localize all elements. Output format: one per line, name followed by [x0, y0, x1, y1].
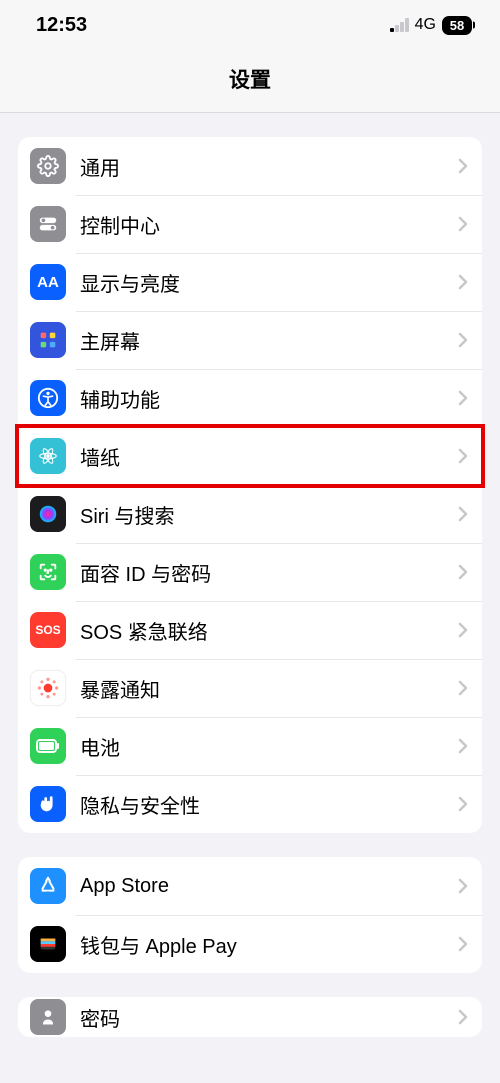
row-label: 暴露通知 [80, 674, 458, 703]
row-label: SOS 紧急联络 [80, 616, 458, 645]
row-label: 密码 [80, 1003, 458, 1032]
siri-icon [30, 496, 66, 532]
settings-group: App Store 钱包与 Apple Pay [18, 857, 482, 973]
signal-icon [390, 18, 409, 32]
row-appstore[interactable]: App Store [18, 857, 482, 915]
text-size-icon: AA [30, 264, 66, 300]
chevron-right-icon [458, 216, 468, 232]
status-right: 4G 58 [390, 16, 472, 35]
chevron-right-icon [458, 390, 468, 406]
chevron-right-icon [458, 878, 468, 894]
row-label: App Store [80, 875, 458, 898]
apps-grid-icon [30, 322, 66, 358]
chevron-right-icon [458, 680, 468, 696]
chevron-right-icon [458, 158, 468, 174]
wallet-icon [30, 926, 66, 962]
row-label: 墙纸 [80, 442, 458, 471]
chevron-right-icon [458, 622, 468, 638]
row-home-screen[interactable]: 主屏幕 [18, 311, 482, 369]
row-label: 电池 [80, 732, 458, 761]
row-passwords[interactable]: 密码 [18, 997, 482, 1037]
battery-icon [30, 728, 66, 764]
settings-group: 密码 [18, 997, 482, 1037]
toggle-icon [30, 206, 66, 242]
face-id-icon [30, 554, 66, 590]
gear-icon [30, 148, 66, 184]
settings-group: 通用 控制中心 AA 显示与亮度 主屏幕 辅助功能 [18, 137, 482, 833]
row-wallpaper[interactable]: 墙纸 [18, 427, 482, 485]
chevron-right-icon [458, 936, 468, 952]
chevron-right-icon [458, 332, 468, 348]
row-label: 面容 ID 与密码 [80, 558, 458, 587]
chevron-right-icon [458, 448, 468, 464]
chevron-right-icon [458, 274, 468, 290]
row-accessibility[interactable]: 辅助功能 [18, 369, 482, 427]
row-wallet[interactable]: 钱包与 Apple Pay [18, 915, 482, 973]
status-bar: 12:53 4G 58 [0, 0, 500, 50]
row-battery[interactable]: 电池 [18, 717, 482, 775]
settings-list: 通用 控制中心 AA 显示与亮度 主屏幕 辅助功能 [0, 137, 500, 1037]
row-label: 钱包与 Apple Pay [80, 930, 458, 959]
page-title: 设置 [0, 50, 500, 113]
sos-icon: SOS [30, 612, 66, 648]
chevron-right-icon [458, 1009, 468, 1025]
row-label: 通用 [80, 152, 458, 181]
chevron-right-icon [458, 506, 468, 522]
row-label: 显示与亮度 [80, 268, 458, 297]
row-display[interactable]: AA 显示与亮度 [18, 253, 482, 311]
row-privacy[interactable]: 隐私与安全性 [18, 775, 482, 833]
network-label: 4G [415, 16, 436, 34]
status-time: 12:53 [36, 14, 87, 37]
row-control-center[interactable]: 控制中心 [18, 195, 482, 253]
row-siri[interactable]: Siri 与搜索 [18, 485, 482, 543]
row-exposure[interactable]: 暴露通知 [18, 659, 482, 717]
row-label: 控制中心 [80, 210, 458, 239]
row-general[interactable]: 通用 [18, 137, 482, 195]
row-label: Siri 与搜索 [80, 500, 458, 529]
row-label: 隐私与安全性 [80, 790, 458, 819]
row-label: 主屏幕 [80, 326, 458, 355]
exposure-icon [30, 670, 66, 706]
chevron-right-icon [458, 796, 468, 812]
row-label: 辅助功能 [80, 384, 458, 413]
battery-icon: 58 [442, 16, 472, 35]
row-faceid[interactable]: 面容 ID 与密码 [18, 543, 482, 601]
chevron-right-icon [458, 738, 468, 754]
accessibility-icon [30, 380, 66, 416]
flower-icon [30, 438, 66, 474]
chevron-right-icon [458, 564, 468, 580]
key-icon [30, 999, 66, 1035]
appstore-icon [30, 868, 66, 904]
hand-icon [30, 786, 66, 822]
row-sos[interactable]: SOS SOS 紧急联络 [18, 601, 482, 659]
